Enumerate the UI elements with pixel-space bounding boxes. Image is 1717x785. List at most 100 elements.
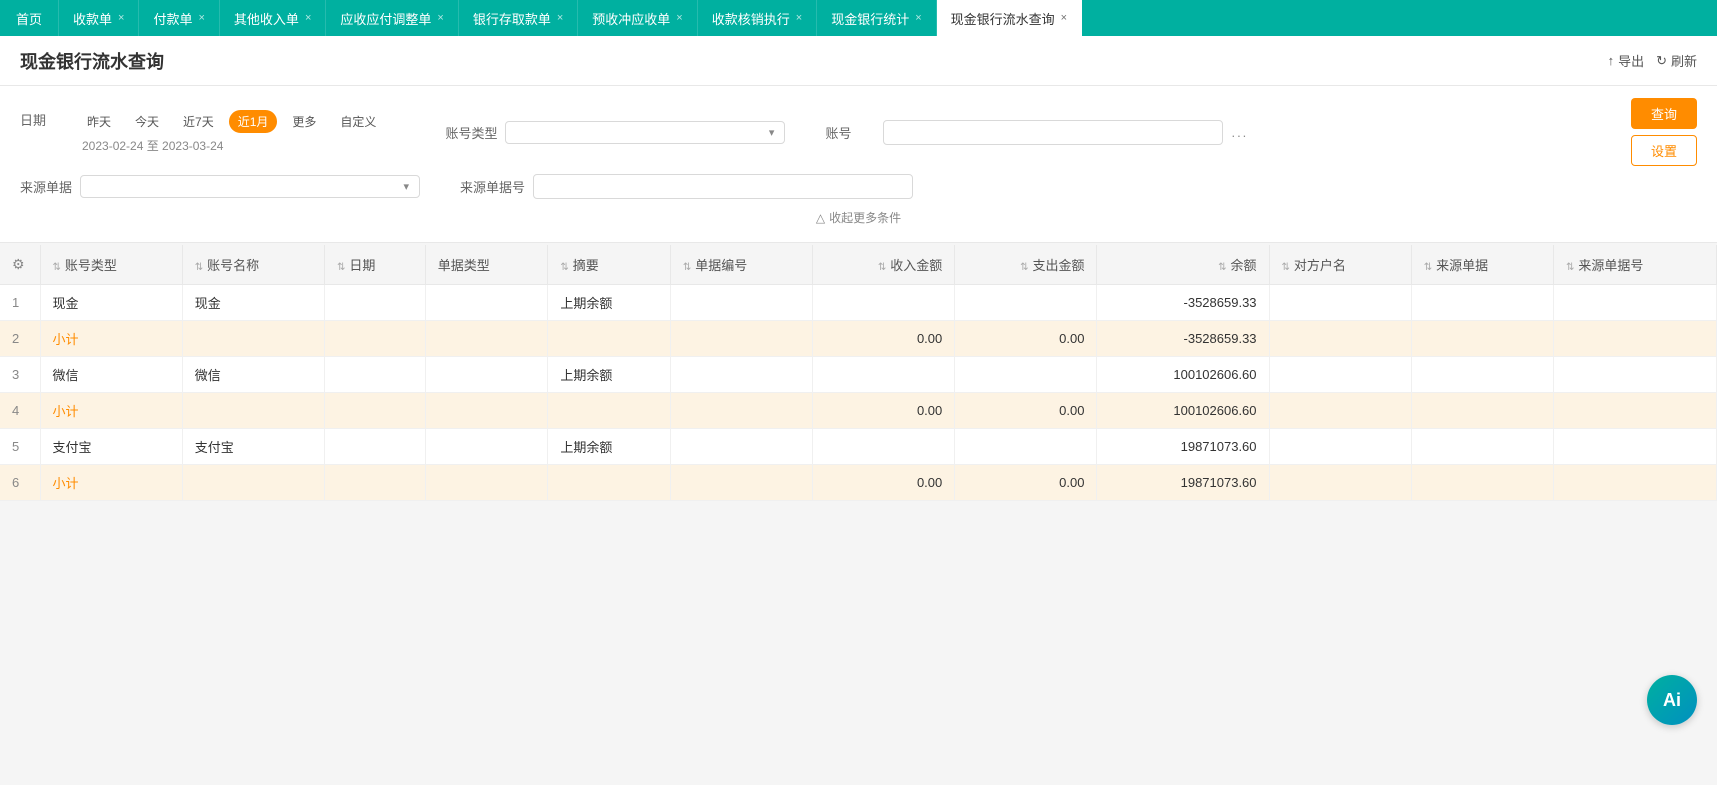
close-icon[interactable]: × (198, 12, 204, 24)
sort-icon: ⇅ (683, 262, 691, 273)
col-balance[interactable]: ⇅余额 (1097, 245, 1269, 285)
date-btn-7days[interactable]: 近7天 (174, 110, 223, 133)
account-type-filter: 账号类型 ▾ (445, 121, 785, 144)
table-container: ⚙ ⇅账号类型 ⇅账号名称 ⇅日期 单据类型 ⇅摘要 ⇅单据编号 (0, 245, 1717, 501)
sort-icon: ⇅ (1566, 262, 1574, 273)
export-label: 导出 (1618, 51, 1644, 70)
col-source-doc-no[interactable]: ⇅来源单据号 (1553, 245, 1716, 285)
nav-tab-5[interactable]: 预收冲应收单 × (578, 0, 697, 36)
tab-label: 收款单 (73, 9, 112, 28)
col-doc-no[interactable]: ⇅单据编号 (670, 245, 812, 285)
query-button[interactable]: 查询 (1631, 98, 1697, 129)
account-input[interactable] (883, 120, 1223, 145)
table-row: 2小计0.000.00-3528659.33 (0, 321, 1717, 357)
col-account-type[interactable]: ⇅账号类型 (40, 245, 182, 285)
date-range-text: 2023-02-24 至 2023-03-24 (82, 137, 385, 154)
col-doc-type[interactable]: 单据类型 (425, 245, 548, 285)
date-options-container: 昨天 今天 近7天 近1月 更多 自定义 2023-02-24 至 2023-0… (78, 110, 385, 154)
date-btn-1month[interactable]: 近1月 (229, 110, 278, 133)
table-row: 4小计0.000.00100102606.60 (0, 393, 1717, 429)
tab-label: 其他收入单 (234, 9, 299, 28)
filter-row-2: 来源单据 ▾ 来源单据号 (20, 174, 1697, 199)
refresh-button[interactable]: ↻ 刷新 (1656, 51, 1697, 70)
ai-badge[interactable]: Ai (1647, 675, 1697, 725)
filter-row-1: 日期 昨天 今天 近7天 近1月 更多 自定义 2023-02-24 至 202… (20, 98, 1697, 166)
source-doc-no-input[interactable] (533, 174, 913, 199)
header-actions: ↑ 导出 ↻ 刷新 (1608, 51, 1697, 70)
tab-label: 现金银行流水查询 (951, 9, 1055, 28)
date-filter-group: 日期 昨天 今天 近7天 近1月 更多 自定义 2023-02-24 至 202… (20, 110, 385, 154)
refresh-label: 刷新 (1671, 51, 1697, 70)
nav-tab-6[interactable]: 收款核销执行 × (698, 0, 817, 36)
nav-tab-3[interactable]: 应收应付调整单 × (326, 0, 458, 36)
close-icon[interactable]: × (796, 12, 802, 24)
tab-label: 付款单 (153, 9, 192, 28)
tab-label: 应收应付调整单 (340, 9, 431, 28)
source-doc-select[interactable]: ▾ (80, 175, 420, 198)
gear-icon[interactable]: ⚙ (12, 256, 25, 272)
tab-label: 银行存取款单 (473, 9, 551, 28)
col-source-doc[interactable]: ⇅来源单据 (1411, 245, 1553, 285)
table-header-row: ⚙ ⇅账号类型 ⇅账号名称 ⇅日期 单据类型 ⇅摘要 ⇅单据编号 (0, 245, 1717, 285)
sort-icon: ⇅ (1282, 262, 1290, 273)
col-account-name[interactable]: ⇅账号名称 (182, 245, 324, 285)
sort-icon: ⇅ (1020, 262, 1028, 273)
nav-tab-2[interactable]: 其他收入单 × (220, 0, 326, 36)
data-table: ⚙ ⇅账号类型 ⇅账号名称 ⇅日期 单据类型 ⇅摘要 ⇅单据编号 (0, 245, 1717, 501)
col-counterpart[interactable]: ⇅对方户名 (1269, 245, 1411, 285)
date-label: 日期 (20, 110, 70, 129)
source-doc-label: 来源单据 (20, 177, 72, 196)
close-icon[interactable]: × (557, 12, 563, 24)
account-filter: 账号 ... (825, 120, 1248, 145)
account-type-select[interactable]: ▾ (505, 121, 785, 144)
home-label: 首页 (16, 9, 42, 28)
col-income[interactable]: ⇅收入金额 (813, 245, 955, 285)
table-row: 5支付宝支付宝上期余额19871073.60 (0, 429, 1717, 465)
close-icon[interactable]: × (915, 12, 921, 24)
tab-label: 现金银行统计 (831, 9, 909, 28)
sort-icon: ⇅ (53, 262, 61, 273)
chevron-down-icon: ▾ (769, 126, 775, 139)
close-icon[interactable]: × (676, 12, 682, 24)
date-btn-today[interactable]: 今天 (126, 110, 168, 133)
date-btn-custom[interactable]: 自定义 (331, 110, 385, 133)
source-doc-no-filter: 来源单据号 (460, 174, 913, 199)
collapse-label: 收起更多条件 (829, 209, 901, 226)
sort-icon: ⇅ (1424, 262, 1432, 273)
account-label: 账号 (825, 123, 875, 142)
nav-tab-4[interactable]: 银行存取款单 × (459, 0, 578, 36)
close-icon[interactable]: × (1061, 12, 1067, 24)
table-row: 6小计0.000.0019871073.60 (0, 465, 1717, 501)
tab-label: 收款核销执行 (712, 9, 790, 28)
close-icon[interactable]: × (305, 12, 311, 24)
close-icon[interactable]: × (437, 12, 443, 24)
date-btn-more[interactable]: 更多 (283, 110, 325, 133)
source-doc-no-label: 来源单据号 (460, 177, 525, 196)
table-row: 3微信微信上期余额100102606.60 (0, 357, 1717, 393)
account-type-label: 账号类型 (445, 123, 497, 142)
nav-tab-7[interactable]: 现金银行统计 × (817, 0, 936, 36)
close-icon[interactable]: × (118, 12, 124, 24)
chevron-down-icon: ▾ (403, 180, 409, 193)
dots-button[interactable]: ... (1231, 125, 1248, 140)
sort-icon: ⇅ (560, 262, 568, 273)
collapse-bar[interactable]: △ 收起更多条件 (20, 205, 1697, 230)
nav-tab-0[interactable]: 收款单 × (59, 0, 139, 36)
refresh-icon: ↻ (1656, 53, 1667, 69)
export-button[interactable]: ↑ 导出 (1608, 51, 1645, 70)
nav-tab-8[interactable]: 现金银行流水查询 × (937, 0, 1082, 36)
source-doc-filter: 来源单据 ▾ (20, 175, 420, 198)
date-btn-yesterday[interactable]: 昨天 (78, 110, 120, 133)
nav-tab-1[interactable]: 付款单 × (139, 0, 219, 36)
col-date[interactable]: ⇅日期 (324, 245, 425, 285)
sort-icon: ⇅ (878, 262, 886, 273)
top-nav: 首页 收款单 × 付款单 × 其他收入单 × 应收应付调整单 × 银行存取款单 … (0, 0, 1717, 36)
settings-button[interactable]: 设置 (1631, 135, 1697, 166)
nav-home[interactable]: 首页 (0, 0, 59, 36)
sort-icon: ⇅ (195, 262, 203, 273)
col-gear[interactable]: ⚙ (0, 245, 40, 285)
filter-area: 日期 昨天 今天 近7天 近1月 更多 自定义 2023-02-24 至 202… (0, 86, 1717, 243)
col-summary[interactable]: ⇅摘要 (548, 245, 671, 285)
col-expense[interactable]: ⇅支出金额 (955, 245, 1097, 285)
tab-label: 预收冲应收单 (592, 9, 670, 28)
